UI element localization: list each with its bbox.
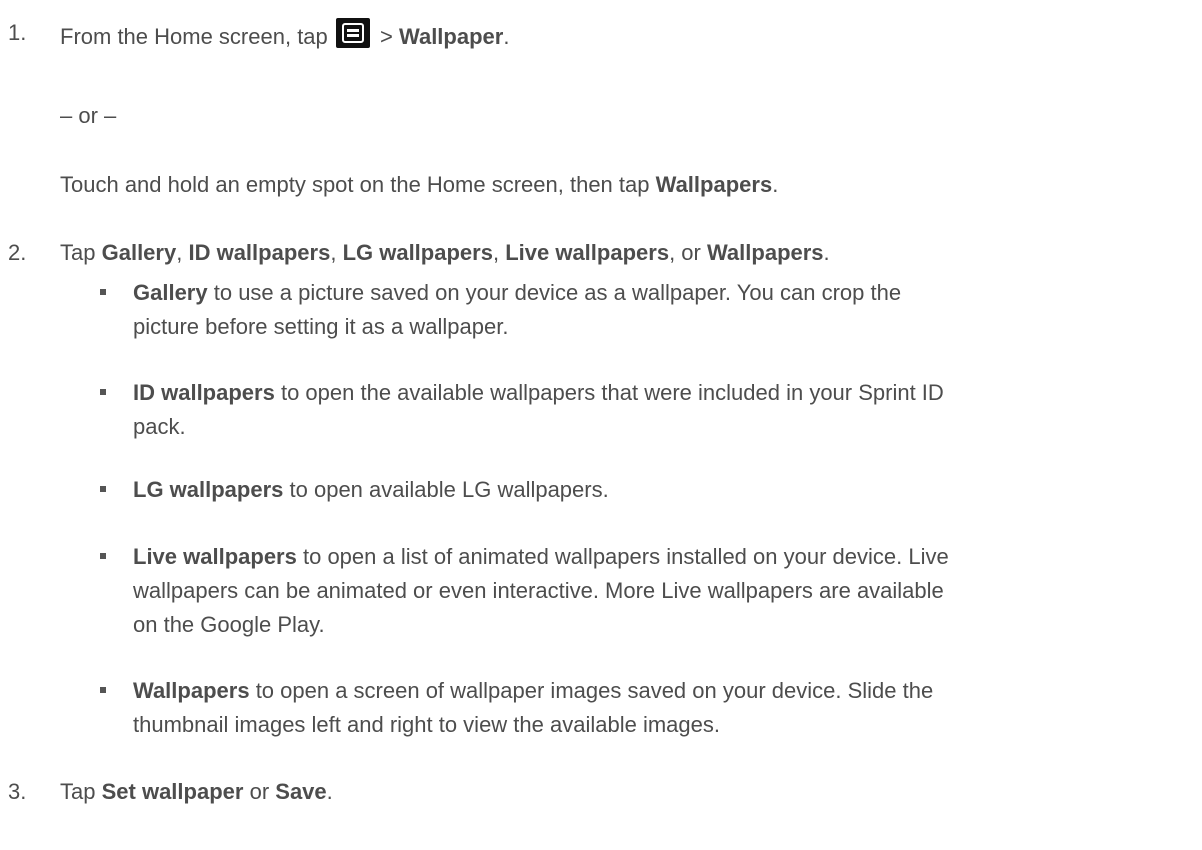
bullet-line: pack. [133, 414, 186, 439]
menu-icon-bar [346, 34, 359, 37]
bullet-line: on the Google Play. [133, 612, 325, 637]
punctuation: , [492, 240, 500, 265]
bullet-line: wallpapers can be animated or even inter… [133, 578, 944, 603]
bullet-term: Live wallpapers [133, 544, 297, 569]
bullet-line: LG wallpapers to open available LG wallp… [133, 475, 609, 505]
bullet-text: to use a picture saved on your device as… [213, 280, 902, 305]
bullet-marker [100, 553, 106, 559]
bullet-line: thumbnail images left and right to view … [133, 712, 720, 737]
bullet-marker [100, 486, 106, 492]
step-text-prefix: Tap [60, 240, 96, 265]
bullet-text: to open available LG wallpapers. [289, 477, 609, 502]
option-save: Save [275, 779, 327, 804]
menu-icon [335, 18, 370, 48]
option-set-wallpaper: Set wallpaper [101, 779, 244, 804]
step-number: 2. [8, 240, 27, 265]
bullet-term: Gallery [133, 280, 208, 305]
option-lg-wallpapers: LG wallpapers [342, 240, 493, 265]
bullet-term: LG wallpapers [133, 477, 284, 502]
step-number: 1. [8, 20, 27, 45]
option-id-wallpapers: ID wallpapers [188, 240, 331, 265]
bullet-line: Gallery to use a picture saved on your d… [133, 278, 901, 308]
bullet-line: picture before setting it as a wallpaper… [133, 314, 509, 339]
step-number: 3. [8, 779, 27, 804]
separator: > [380, 24, 393, 49]
step-text-prefix: Tap [60, 779, 96, 804]
step-text: Tap Set wallpaper or Save. [60, 777, 333, 807]
bullet-line: Live wallpapers to open a list of animat… [133, 542, 949, 572]
option-gallery: Gallery [101, 240, 177, 265]
punctuation: , or [669, 240, 701, 265]
bullet-line: Wallpapers to open a screen of wallpaper… [133, 676, 933, 706]
punctuation: . [823, 240, 830, 265]
punctuation: . [503, 24, 510, 49]
conjunction: or [249, 779, 270, 804]
target-wallpapers: Wallpapers [655, 172, 773, 197]
instructions-document: 1. From the Home screen, tap > Wallpaper… [0, 0, 1202, 850]
target-wallpaper: Wallpaper [399, 24, 504, 49]
bullet-text: to open the available wallpapers that we… [280, 380, 944, 405]
bullet-text: to open a screen of wallpaper images sav… [255, 678, 934, 703]
punctuation: , [330, 240, 337, 265]
bullet-marker [100, 687, 106, 693]
step-text: Tap Gallery, ID wallpapers, LG wallpaper… [60, 238, 830, 268]
bullet-text: to open a list of animated wallpapers in… [302, 544, 949, 569]
or-divider: – or – [60, 103, 117, 128]
bullet-marker [100, 389, 106, 395]
step-text-prefix: From the Home screen, tap [60, 24, 328, 49]
bullet-line: ID wallpapers to open the available wall… [133, 378, 944, 408]
punctuation: , [176, 240, 183, 265]
punctuation: . [772, 172, 779, 197]
alt-prefix: Touch and hold an empty spot on the Home… [60, 172, 650, 197]
menu-icon-frame [341, 23, 364, 43]
step-text: From the Home screen, tap > Wallpaper. [60, 18, 509, 52]
menu-icon-bar [346, 29, 359, 32]
bullet-term: ID wallpapers [133, 380, 275, 405]
option-wallpapers: Wallpapers [706, 240, 824, 265]
option-live-wallpapers: Live wallpapers [505, 240, 670, 265]
step-1-alternative: Touch and hold an empty spot on the Home… [60, 170, 778, 200]
bullet-term: Wallpapers [133, 678, 250, 703]
punctuation: . [326, 779, 333, 804]
bullet-marker [100, 289, 106, 295]
